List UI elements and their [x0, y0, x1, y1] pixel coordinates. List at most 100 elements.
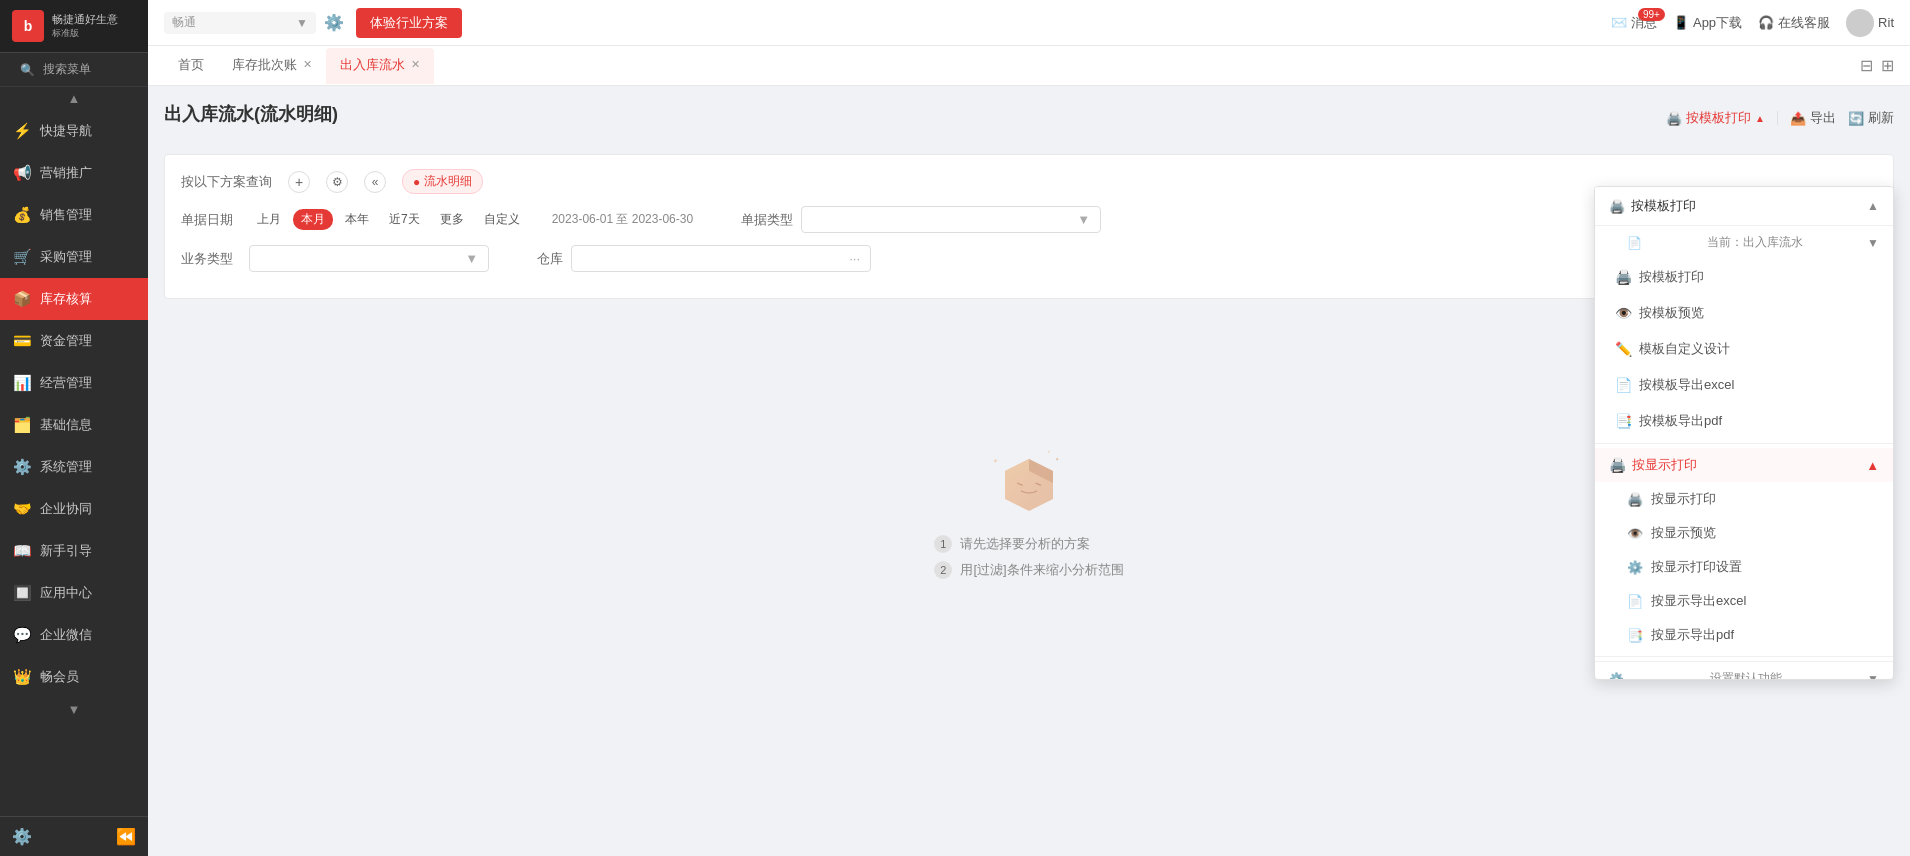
maximize-btn[interactable]: ⊞ — [1881, 56, 1894, 75]
guide-icon: 📖 — [12, 541, 32, 561]
shortcut-current-month[interactable]: 本月 — [293, 209, 333, 230]
sidebar-item-quick-nav[interactable]: ⚡ 快捷导航 — [0, 110, 148, 152]
sidebar-item-collab[interactable]: 🤝 企业协同 — [0, 488, 148, 530]
dropdown-item-display-export-pdf[interactable]: 📑 按显示导出pdf — [1595, 618, 1893, 652]
app-download-btn[interactable]: 📱 App下载 — [1673, 14, 1742, 32]
header-dropdown-icon[interactable]: ▼ — [296, 16, 308, 30]
sidebar-item-sales[interactable]: 💰 销售管理 — [0, 194, 148, 236]
sidebar-item-finance[interactable]: 💳 资金管理 — [0, 320, 148, 362]
display-section-label: 按显示打印 — [1632, 456, 1697, 474]
filter-settings-btn[interactable]: ⚙ — [326, 171, 348, 193]
filter-tag[interactable]: ● 流水明细 — [402, 169, 483, 194]
dropdown-item-template-print[interactable]: 🖨️ 按模板打印 — [1595, 259, 1893, 295]
collapse-sidebar-icon[interactable]: ⏪ — [116, 827, 136, 846]
header-search-input[interactable] — [172, 16, 292, 30]
export-btn[interactable]: 📤 导出 — [1790, 109, 1836, 127]
shortcut-custom[interactable]: 自定义 — [476, 209, 528, 230]
scroll-up-btn[interactable]: ▲ — [0, 87, 148, 110]
online-service-btn[interactable]: 🎧 在线客服 — [1758, 14, 1830, 32]
display-section-header[interactable]: 🖨️ 按显示打印 ▲ — [1595, 448, 1893, 482]
doc-type-select[interactable]: ▼ — [801, 206, 1101, 233]
filter-tag-icon: ● — [413, 175, 420, 189]
dropdown-item-display-export-excel[interactable]: 📄 按显示导出excel — [1595, 584, 1893, 618]
quick-nav-icon: ⚡ — [12, 121, 32, 141]
tab-batch[interactable]: 库存批次账 ✕ — [218, 48, 326, 84]
tab-home[interactable]: 首页 — [164, 48, 218, 84]
dropdown-scroll: 🖨️ 按模板打印 👁️ 按模板预览 ✏️ 模板自定义设计 📄 按模板导出exce… — [1595, 259, 1893, 679]
svg-text:★: ★ — [1047, 449, 1051, 454]
header: ▼ ⚙️ 体验行业方案 ✉️ 消息 99+ 📱 App下载 🎧 在线客服 Rit — [148, 0, 1910, 46]
dropdown-footer[interactable]: ⚙️ 设置默认功能 ▼ — [1595, 661, 1893, 679]
warehouse-more-icon: ··· — [849, 251, 860, 266]
user-name: Rit — [1878, 15, 1894, 30]
display-preview-icon: 👁️ — [1627, 526, 1643, 541]
date-label: 单据日期 — [181, 211, 233, 229]
app-download-label: App下载 — [1693, 14, 1742, 32]
sidebar-item-label: 基础信息 — [40, 416, 92, 434]
template-custom-icon: ✏️ — [1615, 341, 1631, 357]
main-area: ▼ ⚙️ 体验行业方案 ✉️ 消息 99+ 📱 App下载 🎧 在线客服 Rit — [148, 0, 1910, 856]
sidebar-item-guide[interactable]: 📖 新手引导 — [0, 530, 148, 572]
sidebar-item-member[interactable]: 👑 畅会员 — [0, 656, 148, 698]
system-icon: ⚙️ — [12, 457, 32, 477]
dropdown-item-display-print[interactable]: 🖨️ 按显示打印 — [1595, 482, 1893, 516]
tab-flow-label: 出入库流水 — [340, 56, 405, 74]
tab-batch-close[interactable]: ✕ — [303, 58, 312, 71]
template-export-pdf-icon: 📑 — [1615, 413, 1631, 429]
sidebar-item-label: 快捷导航 — [40, 122, 92, 140]
shortcut-current-year[interactable]: 本年 — [337, 209, 377, 230]
dropdown-collapse-btn[interactable]: ▲ — [1867, 199, 1879, 213]
print-template-btn[interactable]: 🖨️ 按模板打印 ▲ — [1666, 109, 1765, 127]
user-avatar[interactable]: Rit — [1846, 9, 1894, 37]
empty-step-2: 2 用[过滤]条件来缩小分析范围 — [934, 561, 1123, 579]
refresh-btn[interactable]: 🔄 刷新 — [1848, 109, 1894, 127]
dropdown-item-template-export-excel[interactable]: 📄 按模板导出excel — [1595, 367, 1893, 403]
header-gear-icon[interactable]: ⚙️ — [324, 13, 344, 32]
app-center-icon: 🔲 — [12, 583, 32, 603]
divider — [1777, 111, 1778, 125]
warehouse-select[interactable]: ··· — [571, 245, 871, 272]
sidebar-item-wechat[interactable]: 💬 企业微信 — [0, 614, 148, 656]
marketing-icon: 📢 — [12, 163, 32, 183]
sidebar-item-operation[interactable]: 📊 经营管理 — [0, 362, 148, 404]
sidebar-item-system[interactable]: ⚙️ 系统管理 — [0, 446, 148, 488]
sidebar-item-inventory[interactable]: 📦 库存核算 — [0, 278, 148, 320]
template-print-label: 按模板打印 — [1639, 268, 1704, 286]
date-range: 2023-06-01 至 2023-06-30 — [552, 211, 693, 228]
sidebar-item-purchase[interactable]: 🛒 采购管理 — [0, 236, 148, 278]
message-btn[interactable]: ✉️ 消息 99+ — [1611, 14, 1657, 32]
dropdown-current[interactable]: 📄 当前：出入库流水 ▼ — [1595, 226, 1893, 259]
biz-type-select[interactable]: ▼ — [249, 245, 489, 272]
dropdown-item-display-preview[interactable]: 👁️ 按显示预览 — [1595, 516, 1893, 550]
dropdown-item-template-export-pdf[interactable]: 📑 按模板导出pdf — [1595, 403, 1893, 439]
filter-add-btn[interactable]: + — [288, 171, 310, 193]
operation-icon: 📊 — [12, 373, 32, 393]
print-icon: 🖨️ — [1666, 111, 1682, 126]
sidebar-item-app-center[interactable]: 🔲 应用中心 — [0, 572, 148, 614]
settings-icon[interactable]: ⚙️ — [12, 827, 32, 846]
display-print-label: 按显示打印 — [1651, 490, 1716, 508]
dropdown-item-display-settings[interactable]: ⚙️ 按显示打印设置 — [1595, 550, 1893, 584]
dropdown-item-template-custom[interactable]: ✏️ 模板自定义设计 — [1595, 331, 1893, 367]
sidebar-item-basic[interactable]: 🗂️ 基础信息 — [0, 404, 148, 446]
biz-type-arrow: ▼ — [465, 251, 478, 266]
shortcut-prev-month[interactable]: 上月 — [249, 209, 289, 230]
shortcut-more[interactable]: 更多 — [432, 209, 472, 230]
tab-flow[interactable]: 出入库流水 ✕ — [326, 48, 434, 84]
refresh-label: 刷新 — [1868, 109, 1894, 127]
sidebar-item-marketing[interactable]: 📢 营销推广 — [0, 152, 148, 194]
export-icon: 📤 — [1790, 111, 1806, 126]
logo-icon: b — [12, 10, 44, 42]
sidebar-nav: ▲ ⚡ 快捷导航 📢 营销推广 💰 销售管理 🛒 采购管理 📦 库存核算 💳 资… — [0, 87, 148, 816]
empty-step-1: 1 请先选择要分析的方案 — [934, 535, 1123, 553]
app-version: 标准版 — [52, 27, 118, 40]
minimize-btn[interactable]: ⊟ — [1860, 56, 1873, 75]
app-logo: b 畅捷通好生意 标准版 — [0, 0, 148, 53]
scroll-down-btn[interactable]: ▼ — [0, 698, 148, 721]
trial-btn[interactable]: 体验行业方案 — [356, 8, 462, 38]
search-menu[interactable]: 🔍 搜索菜单 — [0, 53, 148, 87]
filter-collapse-left-btn[interactable]: « — [364, 171, 386, 193]
shortcut-7days[interactable]: 近7天 — [381, 209, 428, 230]
dropdown-item-template-preview[interactable]: 👁️ 按模板预览 — [1595, 295, 1893, 331]
tab-flow-close[interactable]: ✕ — [411, 58, 420, 71]
